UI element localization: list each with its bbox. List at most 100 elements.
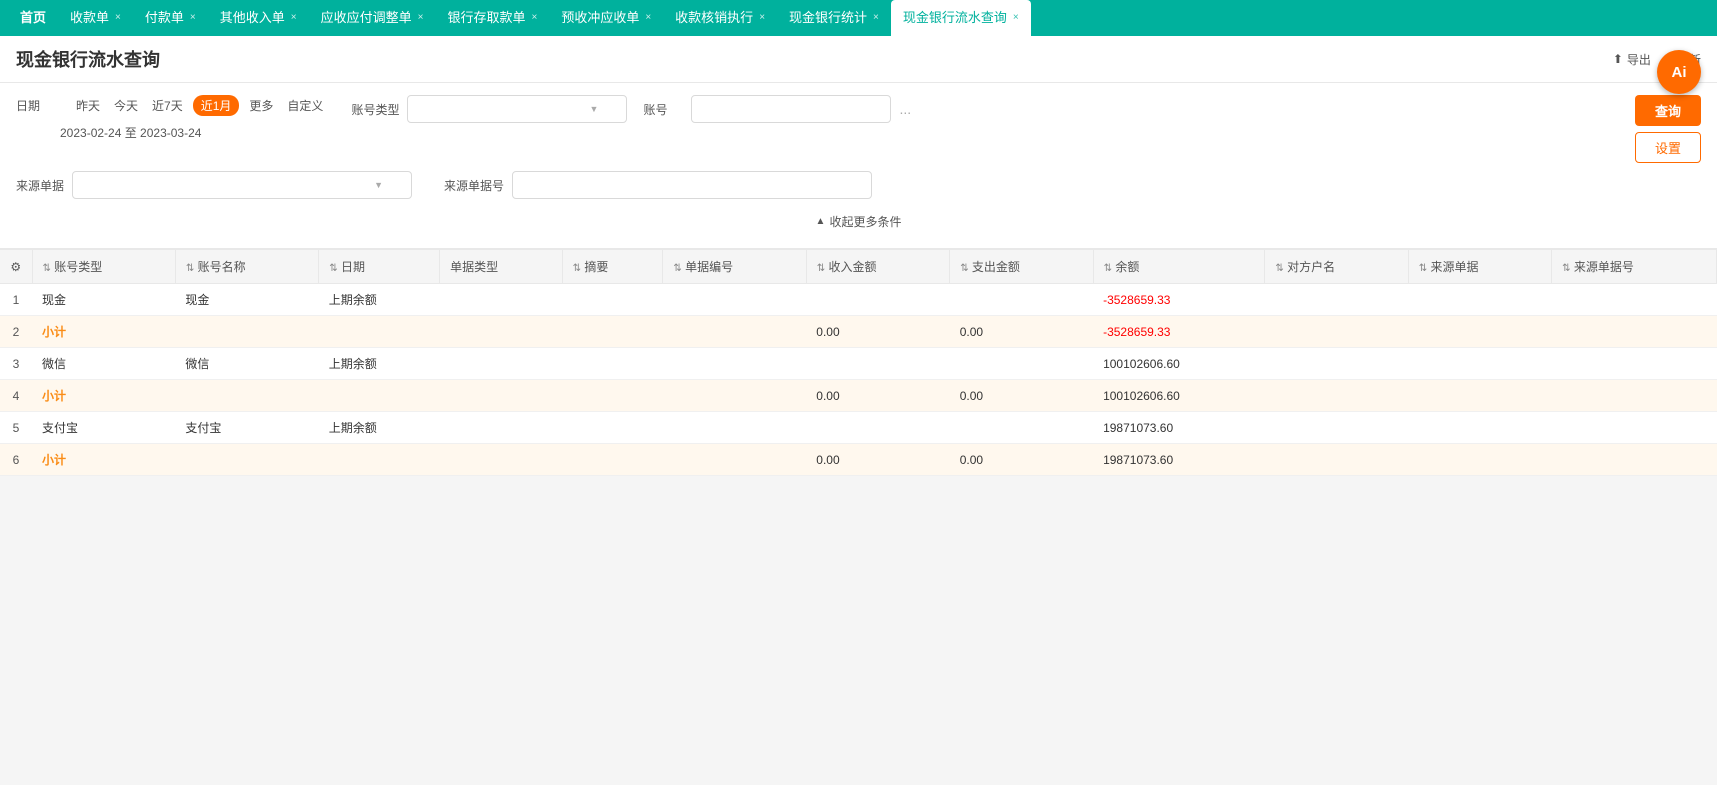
account-dots-button[interactable]: ... xyxy=(899,101,911,117)
ai-button[interactable]: Ai xyxy=(1657,50,1701,94)
nav-close-flow-query[interactable]: × xyxy=(1013,0,1019,36)
cell-date: 上期余额 xyxy=(319,348,440,380)
col-source-doc-no[interactable]: ⇅ 来源单据号 xyxy=(1552,250,1717,284)
cell-row-num: 4 xyxy=(0,380,32,412)
nav-item-home[interactable]: 首页 xyxy=(8,0,58,36)
nav-close-verify[interactable]: × xyxy=(759,0,765,36)
cell-account-type: 支付宝 xyxy=(32,412,175,444)
nav-close-stats[interactable]: × xyxy=(873,0,879,36)
cell-expense: 0.00 xyxy=(950,316,1093,348)
nav-item-verify[interactable]: 收款核销执行 × xyxy=(663,0,777,36)
cell-account-name xyxy=(175,444,318,476)
nav-close-payment[interactable]: × xyxy=(190,0,196,36)
date-opt-more[interactable]: 更多 xyxy=(245,95,277,116)
nav-item-flow-query[interactable]: 现金银行流水查询 × xyxy=(891,0,1031,36)
nav-close-prepay[interactable]: × xyxy=(645,0,651,36)
nav-item-receipt[interactable]: 收款单 × xyxy=(58,0,133,36)
cell-summary xyxy=(562,348,663,380)
cell-date: 上期余额 xyxy=(319,284,440,316)
cell-expense xyxy=(950,284,1093,316)
collapse-bar[interactable]: ▲ 收起更多条件 xyxy=(16,207,1701,236)
col-counterparty[interactable]: ⇅ 对方户名 xyxy=(1265,250,1408,284)
setting-button[interactable]: 设置 xyxy=(1635,132,1701,163)
nav-close-bank-deposit[interactable]: × xyxy=(531,0,537,36)
cell-source-doc-no xyxy=(1552,316,1717,348)
col-source-doc[interactable]: ⇅ 来源单据 xyxy=(1408,250,1551,284)
account-type-select[interactable]: ▼ xyxy=(407,95,627,123)
nav-close-ar-ap-adjust[interactable]: × xyxy=(418,0,424,36)
table-body: 1 现金 现金 上期余额 -3528659.33 2 小计 0.00 0.00 … xyxy=(0,284,1717,476)
table-row: 4 小计 0.00 0.00 100102606.60 xyxy=(0,380,1717,412)
cell-source-doc-no xyxy=(1552,412,1717,444)
table-row: 6 小计 0.00 0.00 19871073.60 xyxy=(0,444,1717,476)
table-settings-icon[interactable]: ⚙ xyxy=(0,250,32,284)
table-row: 2 小计 0.00 0.00 -3528659.33 xyxy=(0,316,1717,348)
cell-doc-type xyxy=(440,380,563,412)
cell-summary xyxy=(562,412,663,444)
cell-source-doc xyxy=(1408,444,1551,476)
col-expense[interactable]: ⇅ 支出金额 xyxy=(950,250,1093,284)
col-balance[interactable]: ⇅ 余额 xyxy=(1093,250,1265,284)
nav-item-prepay[interactable]: 预收冲应收单 × xyxy=(549,0,663,36)
cell-expense: 0.00 xyxy=(950,380,1093,412)
cell-source-doc-no xyxy=(1552,348,1717,380)
cell-balance: 100102606.60 xyxy=(1093,348,1265,380)
cell-doc-type xyxy=(440,284,563,316)
source-doc-num-input[interactable] xyxy=(512,171,872,199)
table-row: 3 微信 微信 上期余额 100102606.60 xyxy=(0,348,1717,380)
col-summary[interactable]: ⇅ 摘要 xyxy=(562,250,663,284)
account-type-label: 账号类型 xyxy=(351,101,399,118)
date-opt-today[interactable]: 今天 xyxy=(110,95,142,116)
cell-account-name xyxy=(175,380,318,412)
cell-doc-no xyxy=(663,348,806,380)
cell-source-doc-no xyxy=(1552,284,1717,316)
table-header-row: ⚙ ⇅ 账号类型 ⇅ 账号名称 ⇅ 日期 单据类型 ⇅ 摘 xyxy=(0,250,1717,284)
col-account-type[interactable]: ⇅ 账号类型 xyxy=(32,250,175,284)
date-opt-yesterday[interactable]: 昨天 xyxy=(72,95,104,116)
nav-close-other-income[interactable]: × xyxy=(291,0,297,36)
nav-item-bank-deposit[interactable]: 银行存取款单 × xyxy=(435,0,549,36)
source-doc-chevron-icon: ▼ xyxy=(374,180,383,190)
account-label: 账号 xyxy=(643,101,683,118)
nav-label-verify: 收款核销执行 xyxy=(675,0,753,36)
nav-item-other-income[interactable]: 其他收入单 × xyxy=(208,0,309,36)
col-doc-no[interactable]: ⇅ 单据编号 xyxy=(663,250,806,284)
cell-date xyxy=(319,380,440,412)
col-account-name[interactable]: ⇅ 账号名称 xyxy=(175,250,318,284)
cell-doc-no xyxy=(663,444,806,476)
source-doc-num-filter: 来源单据号 xyxy=(444,171,872,199)
cell-income xyxy=(806,284,949,316)
source-doc-num-label: 来源单据号 xyxy=(444,177,504,194)
export-button[interactable]: ⬆ 导出 xyxy=(1613,51,1651,68)
date-opt-week[interactable]: 近7天 xyxy=(148,95,187,116)
nav-item-stats[interactable]: 现金银行统计 × xyxy=(777,0,891,36)
nav-close-receipt[interactable]: × xyxy=(115,0,121,36)
nav-item-ar-ap-adjust[interactable]: 应收应付调整单 × xyxy=(309,0,436,36)
nav-label-bank-deposit: 银行存取款单 xyxy=(447,0,525,36)
cell-source-doc xyxy=(1408,348,1551,380)
page-title: 现金银行流水查询 xyxy=(16,46,160,72)
nav-item-payment[interactable]: 付款单 × xyxy=(133,0,208,36)
cell-income: 0.00 xyxy=(806,380,949,412)
cell-counterparty xyxy=(1265,444,1408,476)
date-opt-custom[interactable]: 自定义 xyxy=(283,95,327,116)
cell-counterparty xyxy=(1265,316,1408,348)
date-opt-month[interactable]: 近1月 xyxy=(193,95,240,116)
cell-income xyxy=(806,348,949,380)
cell-account-type: 小计 xyxy=(32,444,175,476)
collapse-label: 收起更多条件 xyxy=(829,213,901,230)
cell-doc-no xyxy=(663,316,806,348)
cell-balance: -3528659.33 xyxy=(1093,284,1265,316)
cell-expense: 0.00 xyxy=(950,444,1093,476)
ai-label: Ai xyxy=(1672,64,1687,81)
col-date[interactable]: ⇅ 日期 xyxy=(319,250,440,284)
cell-expense xyxy=(950,412,1093,444)
col-doc-type[interactable]: 单据类型 xyxy=(440,250,563,284)
account-input[interactable] xyxy=(691,95,891,123)
cell-row-num: 1 xyxy=(0,284,32,316)
col-income[interactable]: ⇅ 收入金额 xyxy=(806,250,949,284)
cell-summary xyxy=(562,316,663,348)
query-button[interactable]: 查询 xyxy=(1635,95,1701,126)
cell-account-type: 现金 xyxy=(32,284,175,316)
source-doc-select[interactable]: ▼ xyxy=(72,171,412,199)
